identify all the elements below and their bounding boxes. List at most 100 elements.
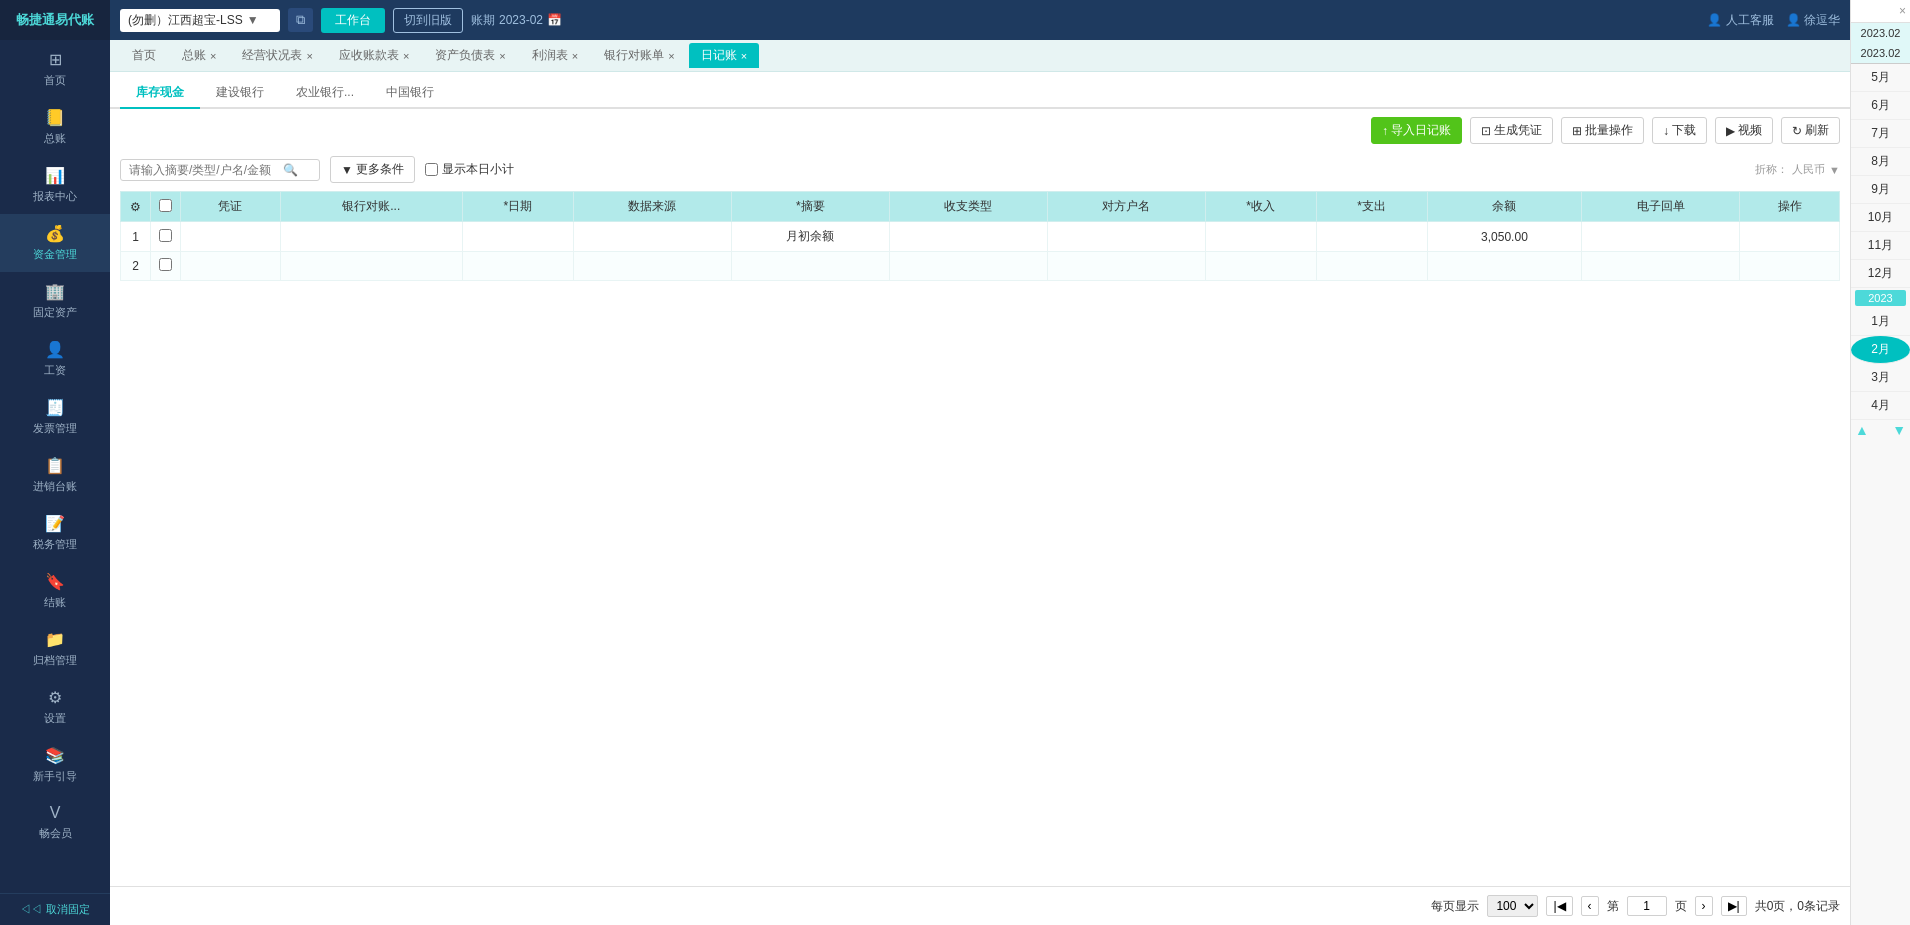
per-page-label: 每页显示 bbox=[1431, 898, 1479, 915]
calendar-month-4[interactable]: 4月 bbox=[1851, 392, 1910, 420]
tab-balance-sheet[interactable]: 资产负债表 × bbox=[423, 43, 517, 68]
avatar: 👤 bbox=[1786, 13, 1801, 27]
settings-icon: ⚙ bbox=[48, 688, 62, 707]
salary-icon: 👤 bbox=[45, 340, 65, 359]
sidebar-item-assets[interactable]: 🏢 固定资产 bbox=[0, 272, 110, 330]
prev-page-button[interactable]: ‹ bbox=[1581, 896, 1599, 916]
tax-icon: 📝 bbox=[45, 514, 65, 533]
per-page-select[interactable]: 100 20 50 200 bbox=[1487, 895, 1538, 917]
total-label: 共0页，0条记录 bbox=[1755, 898, 1840, 915]
calendar-month-11[interactable]: 11月 bbox=[1851, 232, 1910, 260]
table-row: 2 bbox=[121, 252, 1840, 281]
generate-voucher-button[interactable]: ⊡ 生成凭证 bbox=[1470, 117, 1553, 144]
cell-date bbox=[462, 252, 573, 281]
calendar-month-10[interactable]: 10月 bbox=[1851, 204, 1910, 232]
company-dropdown-icon: ▼ bbox=[247, 13, 259, 27]
sub-tab-china-bank[interactable]: 中国银行 bbox=[370, 78, 450, 109]
cell-action[interactable] bbox=[1740, 222, 1840, 252]
download-button[interactable]: ↓ 下载 bbox=[1652, 117, 1707, 144]
calendar-month-2[interactable]: 2月 bbox=[1851, 336, 1910, 364]
checkbox-col-header[interactable] bbox=[151, 192, 181, 222]
sub-tab-construction-bank[interactable]: 建设银行 bbox=[200, 78, 280, 109]
row-checkbox[interactable] bbox=[151, 222, 181, 252]
sidebar-item-tax[interactable]: 📝 税务管理 bbox=[0, 504, 110, 562]
batch-ops-button[interactable]: ⊞ 批量操作 bbox=[1561, 117, 1644, 144]
settings-col-header[interactable]: ⚙ bbox=[121, 192, 151, 222]
calendar-month-8[interactable]: 8月 bbox=[1851, 148, 1910, 176]
col-date: *日期 bbox=[462, 192, 573, 222]
company-selector[interactable]: (勿删）江西超宝-LSS ▼ bbox=[120, 9, 280, 32]
calendar-panel: × 2023.02 2023.02 5月 6月 7月 8月 9月 10月 11月… bbox=[1850, 0, 1910, 925]
workbench-button[interactable]: 工作台 bbox=[321, 8, 385, 33]
tab-ledger[interactable]: 总账 × bbox=[170, 43, 228, 68]
calendar-month-7[interactable]: 7月 bbox=[1851, 120, 1910, 148]
tab-close-bank[interactable]: × bbox=[668, 50, 674, 62]
cell-action[interactable] bbox=[1740, 252, 1840, 281]
daily-subtotal-input[interactable] bbox=[425, 163, 438, 176]
tab-receivable[interactable]: 应收账款表 × bbox=[327, 43, 421, 68]
calendar-up-icon[interactable]: ▲ bbox=[1855, 422, 1869, 438]
sub-tab-agriculture-bank[interactable]: 农业银行... bbox=[280, 78, 370, 109]
page-input[interactable] bbox=[1627, 896, 1667, 916]
sidebar-item-settings[interactable]: ⚙ 设置 bbox=[0, 678, 110, 736]
sidebar-item-guide[interactable]: 📚 新手引导 bbox=[0, 736, 110, 794]
calendar-icon[interactable]: 📅 bbox=[547, 13, 562, 27]
sidebar-item-reports[interactable]: 📊 报表中心 bbox=[0, 156, 110, 214]
content-area: 库存现金 建设银行 农业银行... 中国银行 ↑ 导入日记账 ⊡ 生成凭证 bbox=[110, 72, 1850, 925]
more-conditions-button[interactable]: ▼ 更多条件 bbox=[330, 156, 415, 183]
tab-journal[interactable]: 日记账 × bbox=[689, 43, 759, 68]
calendar-month-5[interactable]: 5月 bbox=[1851, 64, 1910, 92]
calendar-down-icon[interactable]: ▼ bbox=[1892, 422, 1906, 438]
last-page-button[interactable]: ▶| bbox=[1721, 896, 1747, 916]
sidebar-item-finance[interactable]: 💰 资金管理 bbox=[0, 214, 110, 272]
currency-selector[interactable]: 折称： 人民币 ▼ bbox=[1755, 162, 1840, 177]
assets-icon: 🏢 bbox=[45, 282, 65, 301]
customer-service[interactable]: 👤 人工客服 bbox=[1707, 12, 1773, 29]
tab-home[interactable]: 首页 bbox=[120, 43, 168, 68]
tab-close-journal[interactable]: × bbox=[741, 50, 747, 62]
sidebar-item-salary[interactable]: 👤 工资 bbox=[0, 330, 110, 388]
search-box[interactable]: 🔍 bbox=[120, 159, 320, 181]
tab-operation[interactable]: 经营状况表 × bbox=[230, 43, 324, 68]
cell-income bbox=[1205, 222, 1316, 252]
tab-close-operation[interactable]: × bbox=[306, 50, 312, 62]
select-all-checkbox[interactable] bbox=[159, 199, 172, 212]
calendar-month-1[interactable]: 1月 bbox=[1851, 308, 1910, 336]
first-page-button[interactable]: |◀ bbox=[1546, 896, 1572, 916]
calendar-month-6[interactable]: 6月 bbox=[1851, 92, 1910, 120]
video-icon: ▶ bbox=[1726, 124, 1735, 138]
tab-close-receivable[interactable]: × bbox=[403, 50, 409, 62]
member-icon: V bbox=[50, 804, 61, 822]
sidebar-item-invoice[interactable]: 🧾 发票管理 bbox=[0, 388, 110, 446]
topbar-right: 👤 人工客服 👤 徐逗华 bbox=[1707, 12, 1840, 29]
user-info[interactable]: 👤 徐逗华 bbox=[1786, 12, 1840, 29]
calendar-month-3[interactable]: 3月 bbox=[1851, 364, 1910, 392]
calendar-month-12[interactable]: 12月 bbox=[1851, 260, 1910, 288]
refresh-button[interactable]: ↻ 刷新 bbox=[1781, 117, 1840, 144]
sidebar-item-purchase-sales[interactable]: 📋 进销台账 bbox=[0, 446, 110, 504]
calendar-year-2023[interactable]: 2023 bbox=[1855, 290, 1906, 306]
old-version-button[interactable]: 切到旧版 bbox=[393, 8, 463, 33]
sidebar-item-member[interactable]: V 畅会员 bbox=[0, 794, 110, 851]
search-input[interactable] bbox=[129, 163, 279, 177]
sidebar-item-closing[interactable]: 🔖 结账 bbox=[0, 562, 110, 620]
next-page-button[interactable]: › bbox=[1695, 896, 1713, 916]
copy-button[interactable]: ⧉ bbox=[288, 8, 313, 32]
tab-close-ledger[interactable]: × bbox=[210, 50, 216, 62]
calendar-close-button[interactable]: × bbox=[1851, 0, 1910, 23]
tab-close-balance[interactable]: × bbox=[499, 50, 505, 62]
download-icon: ↓ bbox=[1663, 124, 1669, 138]
calendar-month-9[interactable]: 9月 bbox=[1851, 176, 1910, 204]
import-journal-button[interactable]: ↑ 导入日记账 bbox=[1371, 117, 1462, 144]
row-checkbox[interactable] bbox=[151, 252, 181, 281]
tab-profit[interactable]: 利润表 × bbox=[520, 43, 590, 68]
sub-tab-cash[interactable]: 库存现金 bbox=[120, 78, 200, 109]
tab-close-profit[interactable]: × bbox=[572, 50, 578, 62]
unpin-button[interactable]: ◁◁ 取消固定 bbox=[0, 893, 110, 925]
sidebar-item-archive[interactable]: 📁 归档管理 bbox=[0, 620, 110, 678]
tab-bank-statement[interactable]: 银行对账单 × bbox=[592, 43, 686, 68]
sidebar-item-home[interactable]: ⊞ 首页 bbox=[0, 40, 110, 98]
video-button[interactable]: ▶ 视频 bbox=[1715, 117, 1773, 144]
daily-subtotal-checkbox[interactable]: 显示本日小计 bbox=[425, 161, 514, 178]
sidebar-item-ledger[interactable]: 📒 总账 bbox=[0, 98, 110, 156]
